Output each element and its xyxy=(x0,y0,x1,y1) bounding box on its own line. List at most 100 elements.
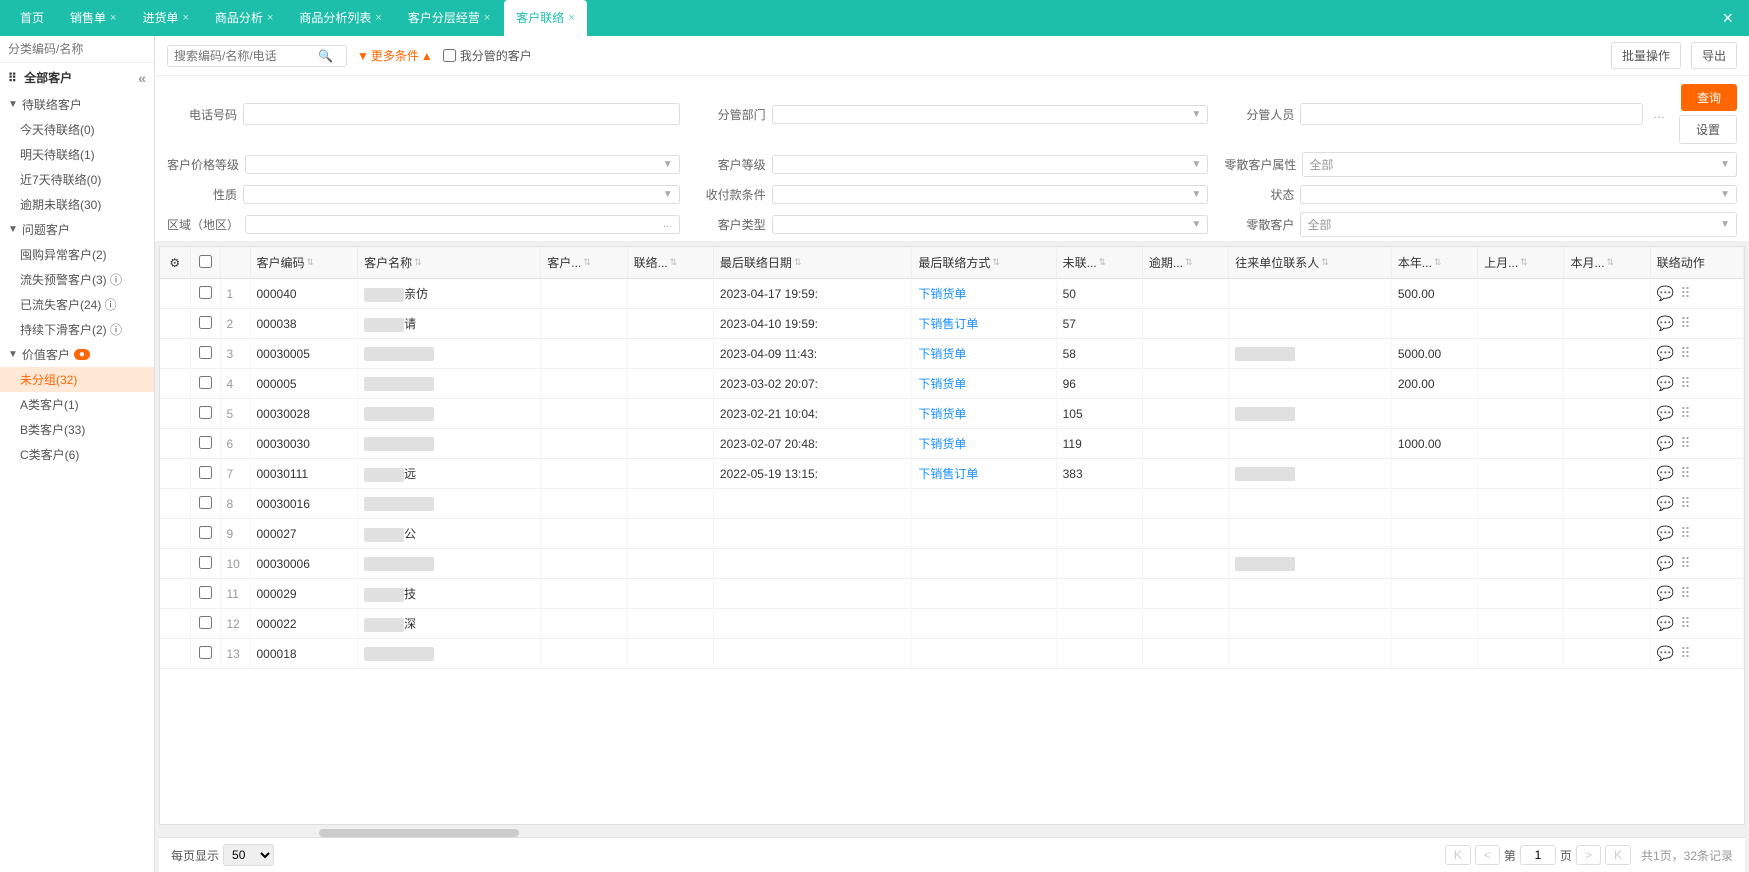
col-unit-contact[interactable]: 往来单位联系人 ⇅ xyxy=(1229,247,1392,279)
sidebar-item-tomorrow[interactable]: 明天待联络(1) xyxy=(0,142,154,167)
filter-dept-select[interactable]: ▼ xyxy=(772,105,1209,124)
action-message-icon[interactable]: 💬 xyxy=(1657,495,1674,512)
filter-customer-level-select[interactable]: ▼ xyxy=(772,155,1209,174)
col-type-sort-icon[interactable]: ⇅ xyxy=(583,257,591,268)
cell-checkbox[interactable] xyxy=(190,579,220,609)
sidebar-item-warning[interactable]: 流失预警客户(3) ⓘ xyxy=(0,267,154,292)
col-type[interactable]: 客户... ⇅ xyxy=(541,247,627,279)
filter-sparse-customer-select[interactable]: 全部 ▼ xyxy=(1300,212,1737,237)
scrollbar-thumb[interactable] xyxy=(319,829,519,837)
nav-home[interactable]: 首页 xyxy=(8,0,56,36)
sidebar-group-waiting[interactable]: ▼ 待联络客户 xyxy=(0,92,154,117)
last-method-link[interactable]: 下销货单 xyxy=(918,287,966,301)
col-not-contact-sort-icon[interactable]: ⇅ xyxy=(1099,257,1107,268)
col-overdue[interactable]: 逾期... ⇅ xyxy=(1142,247,1228,279)
row-checkbox[interactable] xyxy=(199,316,212,329)
nav-purchase[interactable]: 进货单 × xyxy=(130,0,200,36)
last-method-link[interactable]: 下销货单 xyxy=(918,347,966,361)
cell-checkbox[interactable] xyxy=(190,309,220,339)
sidebar-collapse-icon[interactable]: « xyxy=(138,70,146,86)
nav-customer-tier[interactable]: 客户分层经营 × xyxy=(396,0,502,36)
window-close-button[interactable]: × xyxy=(1714,8,1741,29)
cell-checkbox[interactable] xyxy=(190,609,220,639)
col-unit-contact-sort-icon[interactable]: ⇅ xyxy=(1321,257,1329,268)
nav-product-list-close[interactable]: × xyxy=(375,0,381,36)
sidebar-item-ungroup[interactable]: 未分组(32) xyxy=(0,367,154,392)
cell-checkbox[interactable] xyxy=(190,279,220,309)
row-checkbox[interactable] xyxy=(199,526,212,539)
nav-product-analysis-close[interactable]: × xyxy=(267,0,273,36)
action-menu-icon[interactable]: ⠿ xyxy=(1680,585,1690,602)
horizontal-scrollbar[interactable] xyxy=(159,829,1745,837)
col-last-month[interactable]: 上月... ⇅ xyxy=(1478,247,1564,279)
sidebar-search-input[interactable] xyxy=(8,42,155,56)
nav-sales[interactable]: 销售单 × xyxy=(58,0,128,36)
sidebar-item-week[interactable]: 近7天待联络(0) xyxy=(0,167,154,192)
prev-page-button[interactable]: < xyxy=(1475,845,1500,865)
col-last-month-sort-icon[interactable]: ⇅ xyxy=(1520,257,1528,268)
col-name[interactable]: 客户名称 ⇅ xyxy=(358,247,541,279)
sidebar-item-b-class[interactable]: B类客户(33) xyxy=(0,417,154,442)
search-input[interactable] xyxy=(174,49,314,63)
row-checkbox[interactable] xyxy=(199,616,212,629)
cell-checkbox[interactable] xyxy=(190,459,220,489)
col-this-year[interactable]: 本年... ⇅ xyxy=(1391,247,1477,279)
col-code[interactable]: 客户编码 ⇅ xyxy=(250,247,358,279)
action-message-icon[interactable]: 💬 xyxy=(1657,615,1674,632)
sidebar-item-c-class[interactable]: C类客户(6) xyxy=(0,442,154,467)
filter-manager-input[interactable] xyxy=(1300,103,1643,125)
cell-checkbox[interactable] xyxy=(190,519,220,549)
action-message-icon[interactable]: 💬 xyxy=(1657,555,1674,572)
search-button[interactable]: 查询 xyxy=(1681,84,1737,111)
col-overdue-sort-icon[interactable]: ⇅ xyxy=(1185,257,1193,268)
col-this-month[interactable]: 本月... ⇅ xyxy=(1564,247,1650,279)
last-page-button[interactable]: K xyxy=(1605,845,1631,865)
col-settings[interactable]: ⚙ xyxy=(160,247,190,279)
row-checkbox[interactable] xyxy=(199,286,212,299)
cell-checkbox[interactable] xyxy=(190,429,220,459)
sidebar-all-customers[interactable]: ⠿ 全部客户 « xyxy=(0,63,154,92)
nav-product-analysis[interactable]: 商品分析 × xyxy=(203,0,285,36)
sidebar-group-value[interactable]: ▼ 价值客户 ● xyxy=(0,342,154,367)
col-last-method-sort-icon[interactable]: ⇅ xyxy=(992,257,1000,268)
action-message-icon[interactable]: 💬 xyxy=(1657,435,1674,452)
nav-customer-contact[interactable]: 客户联络 × xyxy=(504,0,586,36)
action-menu-icon[interactable]: ⠿ xyxy=(1680,645,1690,662)
action-message-icon[interactable]: 💬 xyxy=(1657,585,1674,602)
action-menu-icon[interactable]: ⠿ xyxy=(1680,525,1690,542)
reset-button[interactable]: 设置 xyxy=(1679,115,1737,144)
sidebar-item-lost[interactable]: 已流失客户(24) ⓘ xyxy=(0,292,154,317)
action-message-icon[interactable]: 💬 xyxy=(1657,315,1674,332)
col-contact-sort-icon[interactable]: ⇅ xyxy=(670,257,678,268)
row-checkbox[interactable] xyxy=(199,496,212,509)
filter-customer-type-select[interactable]: ▼ xyxy=(772,215,1209,234)
cell-checkbox[interactable] xyxy=(190,339,220,369)
row-checkbox[interactable] xyxy=(199,646,212,659)
select-all-checkbox[interactable] xyxy=(199,255,212,268)
col-this-month-sort-icon[interactable]: ⇅ xyxy=(1606,257,1614,268)
filter-phone-input[interactable] xyxy=(243,103,680,125)
col-code-sort-icon[interactable]: ⇅ xyxy=(307,257,315,268)
col-last-date-sort-icon[interactable]: ⇅ xyxy=(794,257,802,268)
last-method-link[interactable]: 下销货单 xyxy=(918,437,966,451)
filter-payment-select[interactable]: ▼ xyxy=(772,185,1209,204)
action-menu-icon[interactable]: ⠿ xyxy=(1680,315,1690,332)
action-menu-icon[interactable]: ⠿ xyxy=(1680,555,1690,572)
col-this-year-sort-icon[interactable]: ⇅ xyxy=(1434,257,1442,268)
sidebar-item-a-class[interactable]: A类客户(1) xyxy=(0,392,154,417)
nav-purchase-close[interactable]: × xyxy=(182,0,188,36)
action-menu-icon[interactable]: ⠿ xyxy=(1680,435,1690,452)
col-contact[interactable]: 联络... ⇅ xyxy=(627,247,713,279)
filter-sparse-attr-select[interactable]: 全部 ▼ xyxy=(1302,152,1737,177)
last-method-link[interactable]: 下销售订单 xyxy=(918,467,978,481)
row-checkbox[interactable] xyxy=(199,376,212,389)
row-checkbox[interactable] xyxy=(199,406,212,419)
nav-product-list[interactable]: 商品分析列表 × xyxy=(287,0,393,36)
sidebar-item-overdue[interactable]: 逾期未联络(30) xyxy=(0,192,154,217)
page-number-input[interactable] xyxy=(1520,845,1556,865)
col-name-sort-icon[interactable]: ⇅ xyxy=(414,257,422,268)
cell-checkbox[interactable] xyxy=(190,489,220,519)
action-menu-icon[interactable]: ⠿ xyxy=(1680,285,1690,302)
my-customers-checkbox[interactable] xyxy=(443,49,456,62)
nav-customer-contact-close[interactable]: × xyxy=(568,0,574,36)
